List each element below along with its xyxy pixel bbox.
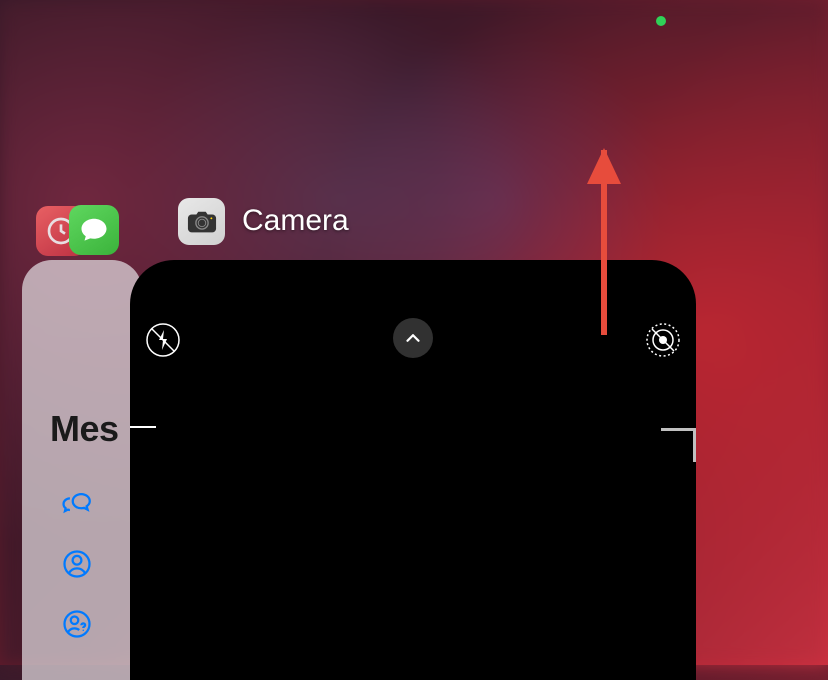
messages-sidebar bbox=[58, 485, 118, 643]
messages-title: Mes bbox=[50, 408, 119, 450]
viewfinder-bracket-right bbox=[661, 428, 696, 431]
live-photo-off-icon[interactable] bbox=[645, 322, 681, 358]
contact-icon[interactable] bbox=[58, 545, 96, 583]
camera-app-label: Camera bbox=[242, 204, 349, 238]
viewfinder-bracket-left bbox=[130, 426, 156, 428]
flash-off-icon[interactable] bbox=[145, 322, 181, 358]
camera-privacy-indicator bbox=[656, 16, 666, 26]
camera-app-icon[interactable] bbox=[178, 198, 225, 245]
camera-options-chevron[interactable] bbox=[393, 318, 433, 358]
annotation-swipe-up-arrow bbox=[591, 150, 607, 335]
messages-app-icon[interactable] bbox=[69, 205, 119, 255]
unknown-contact-icon[interactable] bbox=[58, 605, 96, 643]
conversations-icon[interactable] bbox=[58, 485, 96, 523]
